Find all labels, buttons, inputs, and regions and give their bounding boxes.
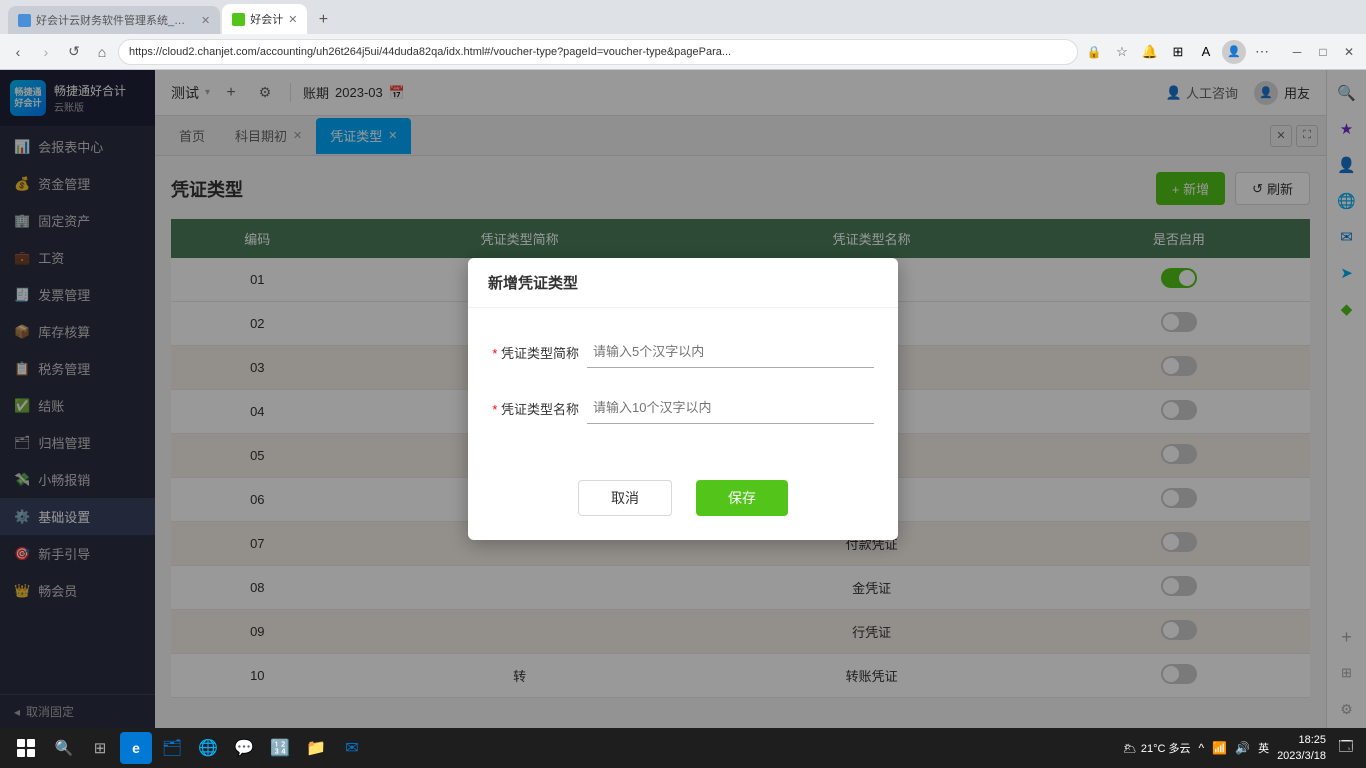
taskbar-app4[interactable]: 🔢 bbox=[264, 732, 296, 764]
taskbar: 🔍 ⊞ e 🗂 🌐 💬 🔢 📁 ✉ 🌥 21°C 多云 ^ 📶 🔊 英 18:2… bbox=[0, 728, 1366, 768]
maximize-button[interactable]: □ bbox=[1312, 41, 1334, 63]
name-label: * 凭证类型名称 bbox=[492, 399, 587, 418]
cancel-label: 取消 bbox=[611, 490, 639, 506]
taskbar-wechat[interactable]: 💬 bbox=[228, 732, 260, 764]
minimize-button[interactable]: ─ bbox=[1286, 41, 1308, 63]
extension3-button[interactable]: A bbox=[1194, 40, 1218, 64]
extension2-button[interactable]: ⊞ bbox=[1166, 40, 1190, 64]
new-tab-button[interactable]: + bbox=[309, 6, 337, 34]
taskbar-clock: 18:25 2023/3/18 bbox=[1277, 732, 1326, 765]
tab2-close[interactable]: ✕ bbox=[288, 13, 297, 26]
home-button[interactable]: ⌂ bbox=[90, 40, 114, 64]
bookmark-button[interactable]: ☆ bbox=[1110, 40, 1134, 64]
dialog: 新增凭证类型 * 凭证类型简称 * 凭证类型名称 取消 保存 bbox=[468, 258, 898, 540]
tab2-label: 好会计 bbox=[250, 11, 283, 27]
menu-button[interactable]: ⋯ bbox=[1250, 40, 1274, 64]
taskbar-edge[interactable]: e bbox=[120, 732, 152, 764]
taskbar-search[interactable]: 🔍 bbox=[48, 732, 80, 764]
taskbar-app6[interactable]: ✉ bbox=[336, 732, 368, 764]
dialog-header: 新增凭证类型 bbox=[468, 258, 898, 308]
name-input[interactable] bbox=[587, 392, 874, 424]
back-button[interactable]: ‹ bbox=[6, 40, 30, 64]
tab1-label: 好会计云财务软件管理系统_会计 bbox=[36, 12, 196, 28]
taskbar-time: 18:25 bbox=[1277, 732, 1326, 749]
browser-tab-inactive[interactable]: 好会计云财务软件管理系统_会计 ✕ bbox=[8, 6, 220, 34]
extensions-button[interactable]: 🔒 bbox=[1082, 40, 1106, 64]
dialog-title: 新增凭证类型 bbox=[488, 275, 578, 292]
forward-button[interactable]: › bbox=[34, 40, 58, 64]
taskbar-weather: 🌥 21°C 多云 bbox=[1123, 740, 1191, 756]
taskbar-explorer[interactable]: 🗂 bbox=[156, 732, 188, 764]
cancel-button[interactable]: 取消 bbox=[578, 480, 672, 516]
taskbar-volume: 🔊 bbox=[1235, 741, 1250, 755]
extension1-button[interactable]: 🔔 bbox=[1138, 40, 1162, 64]
taskbar-wifi: 📶 bbox=[1212, 741, 1227, 755]
taskbar-network: ^ bbox=[1199, 741, 1205, 755]
short-label: * 凭证类型简称 bbox=[492, 343, 587, 362]
dialog-body: * 凭证类型简称 * 凭证类型名称 bbox=[468, 308, 898, 468]
dialog-footer: 取消 保存 bbox=[468, 468, 898, 540]
browser-tabs-bar: 好会计云财务软件管理系统_会计 ✕ 好会计 ✕ + bbox=[0, 0, 1366, 34]
save-button[interactable]: 保存 bbox=[696, 480, 788, 516]
taskbar-chrome[interactable]: 🌐 bbox=[192, 732, 224, 764]
profile-button[interactable]: 👤 bbox=[1222, 40, 1246, 64]
browser-chrome: 好会计云财务软件管理系统_会计 ✕ 好会计 ✕ + ‹ › ↺ ⌂ 🔒 ☆ 🔔 … bbox=[0, 0, 1366, 70]
save-label: 保存 bbox=[728, 490, 756, 506]
address-bar: ‹ › ↺ ⌂ 🔒 ☆ 🔔 ⊞ A 👤 ⋯ ─ □ ✕ bbox=[0, 34, 1366, 70]
browser-tab-active[interactable]: 好会计 ✕ bbox=[222, 4, 307, 34]
dialog-overlay: 新增凭证类型 * 凭证类型简称 * 凭证类型名称 取消 保存 bbox=[0, 70, 1366, 728]
taskbar-notifications[interactable]: 🗔 bbox=[1334, 736, 1358, 760]
form-row-short: * 凭证类型简称 bbox=[492, 336, 874, 368]
form-row-name: * 凭证类型名称 bbox=[492, 392, 874, 424]
address-input[interactable] bbox=[118, 39, 1078, 65]
taskbar-right: 🌥 21°C 多云 ^ 📶 🔊 英 18:25 2023/3/18 🗔 bbox=[1123, 732, 1358, 765]
short-input[interactable] bbox=[587, 336, 874, 368]
taskbar-start[interactable] bbox=[8, 732, 44, 764]
reload-button[interactable]: ↺ bbox=[62, 40, 86, 64]
taskbar-app5[interactable]: 📁 bbox=[300, 732, 332, 764]
close-browser-button[interactable]: ✕ bbox=[1338, 41, 1360, 63]
taskbar-date: 2023/3/18 bbox=[1277, 748, 1326, 765]
taskbar-task-view[interactable]: ⊞ bbox=[84, 732, 116, 764]
tab1-close[interactable]: ✕ bbox=[201, 14, 210, 27]
taskbar-lang: 英 bbox=[1258, 740, 1269, 756]
